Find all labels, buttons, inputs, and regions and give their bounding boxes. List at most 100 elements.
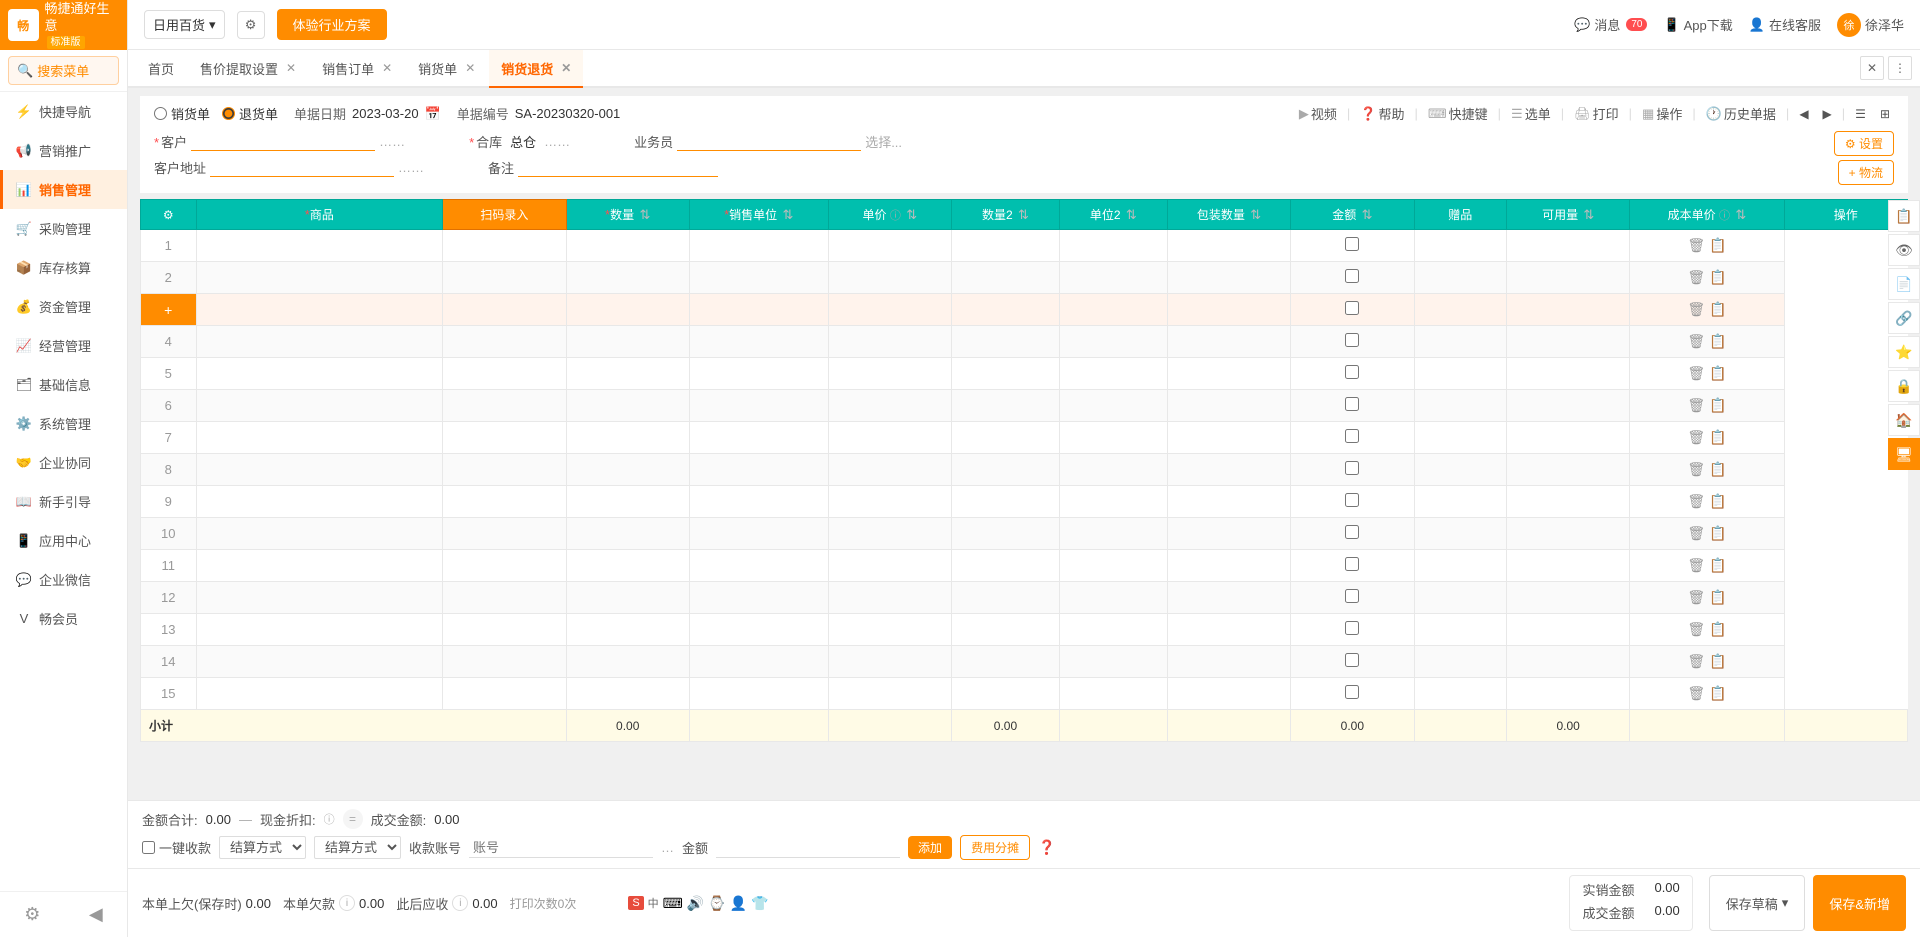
cost-price-cell[interactable] (1507, 262, 1630, 294)
available-cell[interactable] (1414, 390, 1507, 422)
unit-cell[interactable] (566, 262, 689, 294)
copy-row-btn[interactable]: 📋 (1709, 557, 1726, 574)
amount-cell[interactable] (1167, 422, 1290, 454)
gift-checkbox[interactable] (1345, 237, 1359, 251)
sidebar-item-marketing[interactable]: 📢 营销推广 (0, 131, 127, 170)
price-cell[interactable] (689, 454, 828, 486)
unit2-cell[interactable] (951, 358, 1059, 390)
salesman-input[interactable] (677, 131, 861, 151)
product-cell[interactable] (196, 454, 443, 486)
tab-close-sales-order[interactable]: ✕ (382, 61, 392, 75)
gift-checkbox[interactable] (1345, 493, 1359, 507)
qty2-cell[interactable] (828, 582, 951, 614)
copy-row-btn[interactable]: 📋 (1709, 237, 1726, 254)
unit-cell[interactable] (566, 582, 689, 614)
sidebar-item-basic[interactable]: 🗂 基础信息 (0, 365, 127, 404)
packqty-cell[interactable] (1059, 614, 1167, 646)
remark-input[interactable] (518, 157, 718, 177)
qty-cell[interactable] (443, 294, 566, 326)
unit2-cell[interactable] (951, 550, 1059, 582)
sidebar-item-inventory[interactable]: 📦 库存核算 (0, 248, 127, 287)
unit2-sort-icon[interactable]: ⇅ (1126, 207, 1137, 222)
amount-cell[interactable] (1167, 518, 1290, 550)
delete-row-btn[interactable]: 🗑 (1687, 237, 1705, 254)
delete-row-btn[interactable]: 🗑 (1687, 557, 1705, 574)
sidebar-item-apps[interactable]: 📱 应用中心 (0, 521, 127, 560)
sidebar-item-system[interactable]: ⚙️ 系统管理 (0, 404, 127, 443)
price-sort-icon[interactable]: ⇅ (906, 207, 917, 222)
action-help[interactable]: ❓ 帮助 (1356, 104, 1408, 123)
action-video[interactable]: ▶ 视频 (1295, 104, 1341, 123)
amount-cell[interactable] (1167, 646, 1290, 678)
amount-cell[interactable] (1167, 582, 1290, 614)
save-draft-btn[interactable]: 保存草稿 ▾ (1709, 875, 1806, 931)
delete-row-btn[interactable]: 🗑 (1687, 525, 1705, 542)
sidebar-item-purchase[interactable]: 🛒 采购管理 (0, 209, 127, 248)
warehouse-select-btn[interactable]: …… (544, 134, 570, 149)
copy-row-btn[interactable]: 📋 (1709, 429, 1726, 446)
radio-delivery[interactable]: 销货单 (154, 104, 210, 123)
cost-sort-icon[interactable]: ⇅ (1735, 207, 1746, 222)
gift-checkbox[interactable] (1345, 685, 1359, 699)
action-print[interactable]: 🖨 打印 (1570, 104, 1623, 123)
copy-row-btn[interactable]: 📋 (1709, 525, 1726, 542)
delete-row-btn[interactable]: 🗑 (1687, 589, 1705, 606)
unit-cell[interactable] (566, 422, 689, 454)
cost-price-cell[interactable] (1507, 486, 1630, 518)
qty-cell[interactable] (443, 486, 566, 518)
available-cell[interactable] (1414, 326, 1507, 358)
unit-cell[interactable] (566, 390, 689, 422)
experience-btn[interactable]: 体验行业方案 (277, 9, 387, 40)
price-cell[interactable] (689, 294, 828, 326)
unit2-cell[interactable] (951, 230, 1059, 262)
delete-row-btn[interactable]: 🗑 (1687, 365, 1705, 382)
breadcrumb-dropdown[interactable]: 日用百货 ▾ (144, 10, 225, 39)
sidebar-item-guide[interactable]: 📖 新手引导 (0, 482, 127, 521)
packqty-cell[interactable] (1059, 326, 1167, 358)
unit-cell[interactable] (566, 326, 689, 358)
amount-sort-icon[interactable]: ⇅ (1362, 207, 1373, 222)
copy-row-btn[interactable]: 📋 (1709, 333, 1726, 350)
qty2-cell[interactable] (828, 614, 951, 646)
product-cell[interactable] (196, 358, 443, 390)
gift-checkbox[interactable] (1345, 621, 1359, 635)
unit2-cell[interactable] (951, 614, 1059, 646)
gift-checkbox[interactable] (1345, 589, 1359, 603)
available-cell[interactable] (1414, 454, 1507, 486)
qty2-cell[interactable] (828, 550, 951, 582)
qty-cell[interactable] (443, 230, 566, 262)
tab-sales-delivery[interactable]: 销货单 ✕ (406, 50, 487, 88)
product-cell[interactable] (196, 486, 443, 518)
calendar-icon[interactable]: 📅 (425, 106, 441, 122)
float-btn-7[interactable]: 🏠 (1888, 404, 1920, 436)
product-cell[interactable] (196, 614, 443, 646)
customer-select-btn[interactable]: …… (379, 134, 405, 149)
gift-checkbox[interactable] (1345, 301, 1359, 315)
action-shortcut[interactable]: ⌨ 快捷键 (1424, 104, 1492, 123)
available-cell[interactable] (1414, 262, 1507, 294)
unit-cell[interactable] (566, 294, 689, 326)
unit2-cell[interactable] (951, 486, 1059, 518)
delete-row-btn[interactable]: 🗑 (1687, 429, 1705, 446)
unit-sort-icon[interactable]: ⇅ (783, 207, 794, 222)
copy-row-btn[interactable]: 📋 (1709, 461, 1726, 478)
qty2-cell[interactable] (828, 230, 951, 262)
unit2-cell[interactable] (951, 582, 1059, 614)
product-cell[interactable] (196, 678, 443, 710)
float-btn-6[interactable]: 🔒 (1888, 370, 1920, 402)
cost-price-cell[interactable] (1507, 614, 1630, 646)
account-dots[interactable]: … (661, 840, 674, 855)
delete-row-btn[interactable]: 🗑 (1687, 269, 1705, 286)
qty2-cell[interactable] (828, 678, 951, 710)
product-cell[interactable] (196, 230, 443, 262)
available-cell[interactable] (1414, 678, 1507, 710)
packqty-cell[interactable] (1059, 646, 1167, 678)
copy-row-btn[interactable]: 📋 (1709, 269, 1726, 286)
notification-btn[interactable]: 💬 消息 70 (1574, 15, 1647, 34)
available-cell[interactable] (1414, 550, 1507, 582)
qty-cell[interactable] (443, 614, 566, 646)
packqty-cell[interactable] (1059, 550, 1167, 582)
view-grid-btn[interactable]: ⊞ (1876, 107, 1894, 121)
tab-close-all-btn[interactable]: ✕ (1860, 56, 1884, 80)
gift-checkbox[interactable] (1345, 653, 1359, 667)
